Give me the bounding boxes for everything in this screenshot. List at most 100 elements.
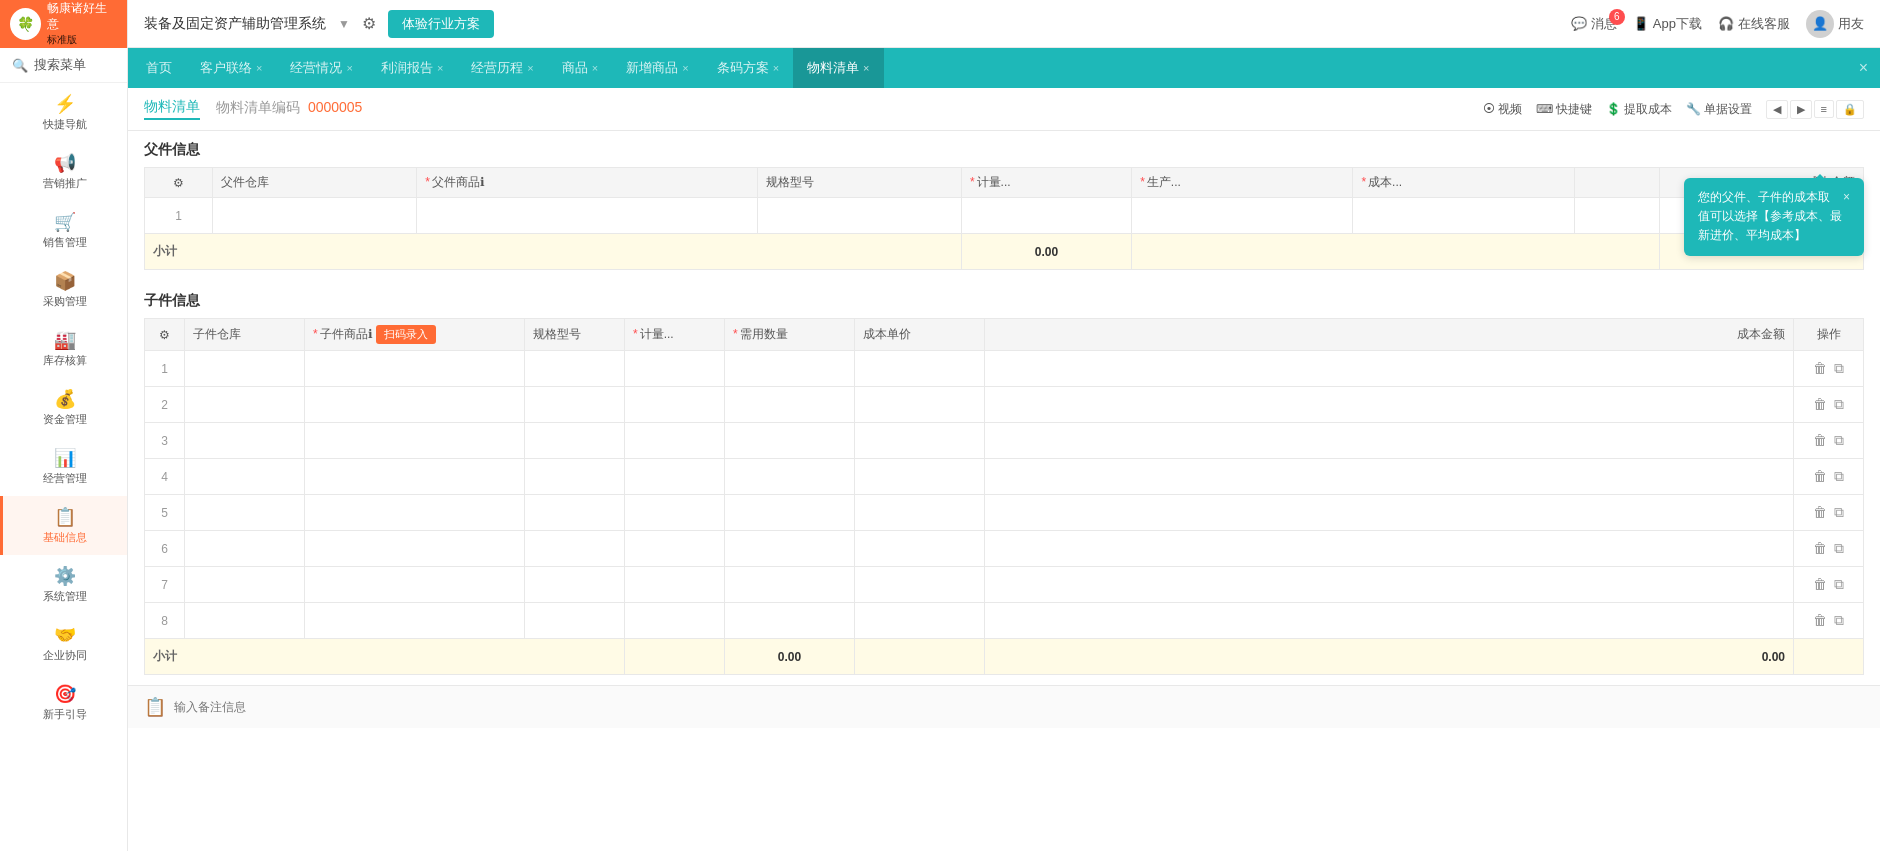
copy-icon[interactable]: ⧉ xyxy=(1834,504,1844,520)
child-row-quantity[interactable] xyxy=(725,567,855,603)
child-row-quantity[interactable] xyxy=(725,387,855,423)
child-row-goods[interactable] xyxy=(305,459,525,495)
tab-barcode[interactable]: 条码方案 × xyxy=(703,48,793,88)
close-profit-tab[interactable]: × xyxy=(437,62,443,74)
tab-new-goods[interactable]: 新增商品 × xyxy=(612,48,702,88)
tab-history[interactable]: 经营历程 × xyxy=(457,48,547,88)
extract-cost-btn[interactable]: 💲 提取成本 xyxy=(1606,101,1672,118)
settings-icon[interactable]: ⚙ xyxy=(362,14,376,33)
child-row-warehouse[interactable] xyxy=(185,459,305,495)
child-row-warehouse[interactable] xyxy=(185,495,305,531)
close-customers-tab[interactable]: × xyxy=(256,62,262,74)
child-row-spec[interactable] xyxy=(525,495,625,531)
sidebar-item-quick-nav[interactable]: ⚡ 快捷导航 xyxy=(0,83,127,142)
parent-row-warehouse[interactable] xyxy=(213,198,417,234)
sidebar-item-operation[interactable]: 📊 经营管理 xyxy=(0,437,127,496)
sidebar-item-enterprise[interactable]: 🤝 企业协同 xyxy=(0,614,127,673)
sidebar-item-purchase[interactable]: 📦 采购管理 xyxy=(0,260,127,319)
child-row-unit[interactable] xyxy=(625,531,725,567)
sidebar-item-system[interactable]: ⚙️ 系统管理 xyxy=(0,555,127,614)
list-view-btn[interactable]: ≡ xyxy=(1814,100,1834,118)
close-goods-tab[interactable]: × xyxy=(592,62,598,74)
next-btn[interactable]: ▶ xyxy=(1790,100,1812,119)
child-row-unit-cost[interactable] xyxy=(855,459,985,495)
child-row-warehouse[interactable] xyxy=(185,387,305,423)
child-row-warehouse[interactable] xyxy=(185,531,305,567)
app-download-btn[interactable]: 📱 App下载 xyxy=(1633,15,1702,33)
copy-icon[interactable]: ⧉ xyxy=(1834,396,1844,412)
parent-row-spec[interactable] xyxy=(757,198,961,234)
sub-tab-bom-list[interactable]: 物料清单 xyxy=(144,98,200,120)
child-row-unit-cost[interactable] xyxy=(855,351,985,387)
close-all-tabs[interactable]: × xyxy=(1851,59,1876,77)
tooltip-close-btn[interactable]: × xyxy=(1843,188,1850,207)
child-row-unit-cost[interactable] xyxy=(855,531,985,567)
copy-icon[interactable]: ⧉ xyxy=(1834,468,1844,484)
close-operations-tab[interactable]: × xyxy=(346,62,352,74)
delete-icon[interactable]: 🗑 xyxy=(1813,576,1827,592)
child-row-spec[interactable] xyxy=(525,603,625,639)
child-row-warehouse[interactable] xyxy=(185,567,305,603)
notes-input[interactable] xyxy=(174,700,1864,714)
sidebar-item-inventory[interactable]: 🏭 库存核算 xyxy=(0,319,127,378)
child-row-spec[interactable] xyxy=(525,423,625,459)
delete-icon[interactable]: 🗑 xyxy=(1813,396,1827,412)
child-row-unit[interactable] xyxy=(625,459,725,495)
copy-icon[interactable]: ⧉ xyxy=(1834,432,1844,448)
close-new-goods-tab[interactable]: × xyxy=(682,62,688,74)
document-settings-btn[interactable]: 🔧 单据设置 xyxy=(1686,101,1752,118)
child-row-quantity[interactable] xyxy=(725,351,855,387)
child-row-spec[interactable] xyxy=(525,567,625,603)
child-row-warehouse[interactable] xyxy=(185,423,305,459)
child-row-warehouse[interactable] xyxy=(185,603,305,639)
close-bom-tab[interactable]: × xyxy=(863,62,869,74)
child-row-unit-cost[interactable] xyxy=(855,603,985,639)
child-row-warehouse[interactable] xyxy=(185,351,305,387)
delete-icon[interactable]: 🗑 xyxy=(1813,468,1827,484)
child-row-goods[interactable] xyxy=(305,351,525,387)
close-barcode-tab[interactable]: × xyxy=(773,62,779,74)
child-row-spec[interactable] xyxy=(525,351,625,387)
child-row-unit-cost[interactable] xyxy=(855,423,985,459)
dropdown-arrow[interactable]: ▼ xyxy=(338,17,350,31)
child-row-goods[interactable] xyxy=(305,423,525,459)
messages-btn[interactable]: 💬 消息 6 xyxy=(1571,15,1617,33)
child-row-quantity[interactable] xyxy=(725,603,855,639)
child-row-unit[interactable] xyxy=(625,603,725,639)
delete-icon[interactable]: 🗑 xyxy=(1813,540,1827,556)
child-col-settings[interactable]: ⚙ xyxy=(145,319,185,351)
child-row-unit-cost[interactable] xyxy=(855,567,985,603)
parent-col-settings[interactable]: ⚙ xyxy=(145,168,213,198)
child-row-goods[interactable] xyxy=(305,495,525,531)
child-row-spec[interactable] xyxy=(525,459,625,495)
child-row-unit[interactable] xyxy=(625,567,725,603)
child-row-spec[interactable] xyxy=(525,531,625,567)
parent-row-produce[interactable] xyxy=(1132,198,1353,234)
sidebar-item-guide[interactable]: 🎯 新手引导 xyxy=(0,673,127,732)
parent-row-unit[interactable] xyxy=(961,198,1131,234)
child-row-unit[interactable] xyxy=(625,495,725,531)
scan-btn[interactable]: 扫码录入 xyxy=(376,325,436,344)
tab-goods[interactable]: 商品 × xyxy=(548,48,612,88)
child-row-unit[interactable] xyxy=(625,351,725,387)
sidebar-item-marketing[interactable]: 📢 营销推广 xyxy=(0,142,127,201)
tab-operations[interactable]: 经营情况 × xyxy=(276,48,366,88)
copy-icon[interactable]: ⧉ xyxy=(1834,612,1844,628)
lock-btn[interactable]: 🔒 xyxy=(1836,100,1864,119)
close-history-tab[interactable]: × xyxy=(527,62,533,74)
tab-bom[interactable]: 物料清单 × xyxy=(793,48,883,88)
sidebar-item-basic[interactable]: 📋 基础信息 xyxy=(0,496,127,555)
delete-icon[interactable]: 🗑 xyxy=(1813,612,1827,628)
child-row-goods[interactable] xyxy=(305,567,525,603)
shortcuts-btn[interactable]: ⌨ 快捷键 xyxy=(1536,101,1592,118)
prev-btn[interactable]: ◀ xyxy=(1766,100,1788,119)
copy-icon[interactable]: ⧉ xyxy=(1834,360,1844,376)
child-row-goods[interactable] xyxy=(305,531,525,567)
child-row-quantity[interactable] xyxy=(725,423,855,459)
child-row-goods[interactable] xyxy=(305,387,525,423)
tab-home[interactable]: 首页 xyxy=(132,48,186,88)
child-row-unit-cost[interactable] xyxy=(855,495,985,531)
search-menu[interactable]: 🔍 搜索菜单 xyxy=(0,48,127,83)
copy-icon[interactable]: ⧉ xyxy=(1834,540,1844,556)
child-row-quantity[interactable] xyxy=(725,459,855,495)
